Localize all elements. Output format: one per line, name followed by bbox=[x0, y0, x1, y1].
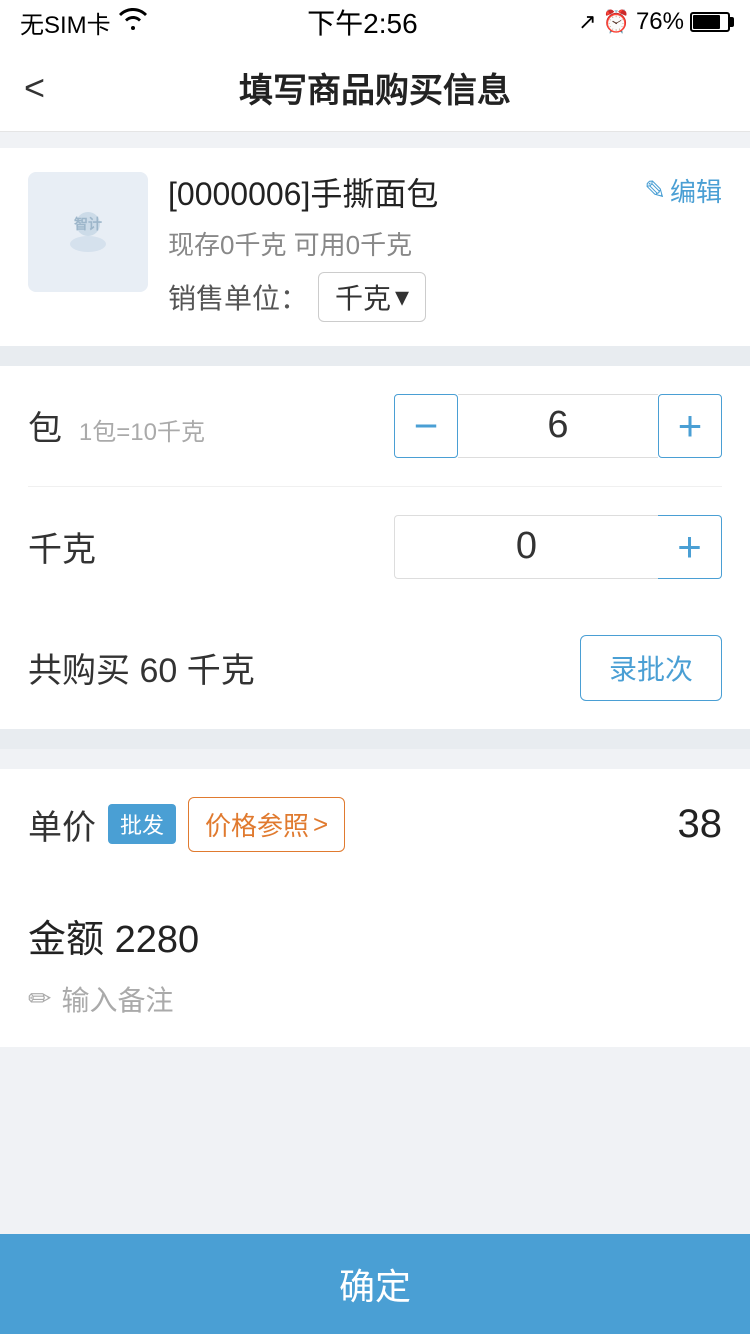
kg-controls: + bbox=[394, 515, 722, 579]
location-icon: ↗ bbox=[578, 9, 596, 35]
unit-label: 销售单位： bbox=[168, 277, 308, 317]
kg-label: 千克 bbox=[28, 522, 96, 571]
carrier-label: 无SIM卡 bbox=[20, 5, 111, 40]
product-unit: 销售单位： 千克 ▾ bbox=[168, 272, 722, 322]
status-bar: 无SIM卡 下午2:56 ↗ ⏰ 76% bbox=[0, 0, 750, 44]
product-name: [0000006]手撕面包 bbox=[168, 172, 722, 217]
wifi-icon bbox=[119, 8, 147, 37]
product-card: 智计 [0000006]手撕面包 现存0千克 可用0千克 销售单位： 千克 ▾ … bbox=[0, 148, 750, 346]
pack-row: 包 1包=10千克 − + bbox=[28, 366, 722, 487]
pack-quantity-input[interactable] bbox=[458, 394, 658, 458]
kg-quantity-input[interactable] bbox=[394, 515, 658, 579]
alarm-icon: ⏰ bbox=[603, 9, 630, 35]
product-info: [0000006]手撕面包 现存0千克 可用0千克 销售单位： 千克 ▾ bbox=[168, 172, 722, 322]
product-stock: 现存0千克 可用0千克 bbox=[168, 225, 722, 262]
pack-minus-button[interactable]: − bbox=[394, 394, 458, 458]
svg-text:智计: 智计 bbox=[73, 216, 102, 232]
amount-row: 金额 2280 bbox=[28, 908, 722, 963]
price-tag: 批发 bbox=[108, 804, 176, 844]
section-divider-2 bbox=[0, 729, 750, 749]
price-value: 38 bbox=[678, 802, 723, 847]
price-left: 单价 批发 价格参照 > bbox=[28, 797, 345, 852]
product-thumbnail: 智计 bbox=[28, 172, 148, 292]
edit-button[interactable]: ✎ 编辑 bbox=[644, 172, 722, 209]
chevron-down-icon: ▾ bbox=[395, 280, 409, 313]
unit-select[interactable]: 千克 ▾ bbox=[318, 272, 426, 322]
total-row: 共购买 60 千克 录批次 bbox=[0, 607, 750, 729]
status-right: ↗ ⏰ 76% bbox=[578, 8, 730, 36]
page-title: 填写商品购买信息 bbox=[239, 63, 511, 112]
edit-icon: ✎ bbox=[644, 175, 666, 206]
amount-value: 2280 bbox=[115, 919, 200, 961]
battery-percent: 76% bbox=[636, 8, 684, 36]
input-section: 包 1包=10千克 − + 千克 + bbox=[0, 366, 750, 607]
chevron-right-icon: > bbox=[313, 809, 328, 840]
status-left: 无SIM卡 bbox=[20, 5, 147, 40]
nav-bar: < 填写商品购买信息 bbox=[0, 44, 750, 132]
pack-plus-button[interactable]: + bbox=[658, 394, 722, 458]
section-divider-1 bbox=[0, 346, 750, 366]
price-section: 单价 批发 价格参照 > 38 bbox=[0, 769, 750, 880]
price-ref-button[interactable]: 价格参照 > bbox=[188, 797, 345, 852]
battery-icon bbox=[690, 12, 730, 32]
total-label: 共购买 60 千克 bbox=[28, 643, 255, 692]
amount-section: 金额 2280 ✏ 输入备注 bbox=[0, 880, 750, 1047]
back-button[interactable]: < bbox=[24, 67, 45, 109]
kg-plus-button[interactable]: + bbox=[658, 515, 722, 579]
pack-controls: − + bbox=[394, 394, 722, 458]
pencil-icon: ✏ bbox=[28, 982, 51, 1015]
amount-note[interactable]: ✏ 输入备注 bbox=[28, 979, 722, 1019]
kg-row: 千克 + bbox=[28, 487, 722, 607]
confirm-button[interactable]: 确定 bbox=[0, 1234, 750, 1334]
amount-label: 金额 bbox=[28, 919, 104, 961]
status-time: 下午2:56 bbox=[307, 2, 418, 42]
record-batch-button[interactable]: 录批次 bbox=[580, 635, 722, 701]
note-label: 输入备注 bbox=[61, 979, 173, 1019]
pack-sublabel: 1包=10千克 bbox=[79, 419, 205, 446]
pack-label: 包 1包=10千克 bbox=[28, 401, 205, 450]
price-label: 单价 bbox=[28, 800, 96, 849]
